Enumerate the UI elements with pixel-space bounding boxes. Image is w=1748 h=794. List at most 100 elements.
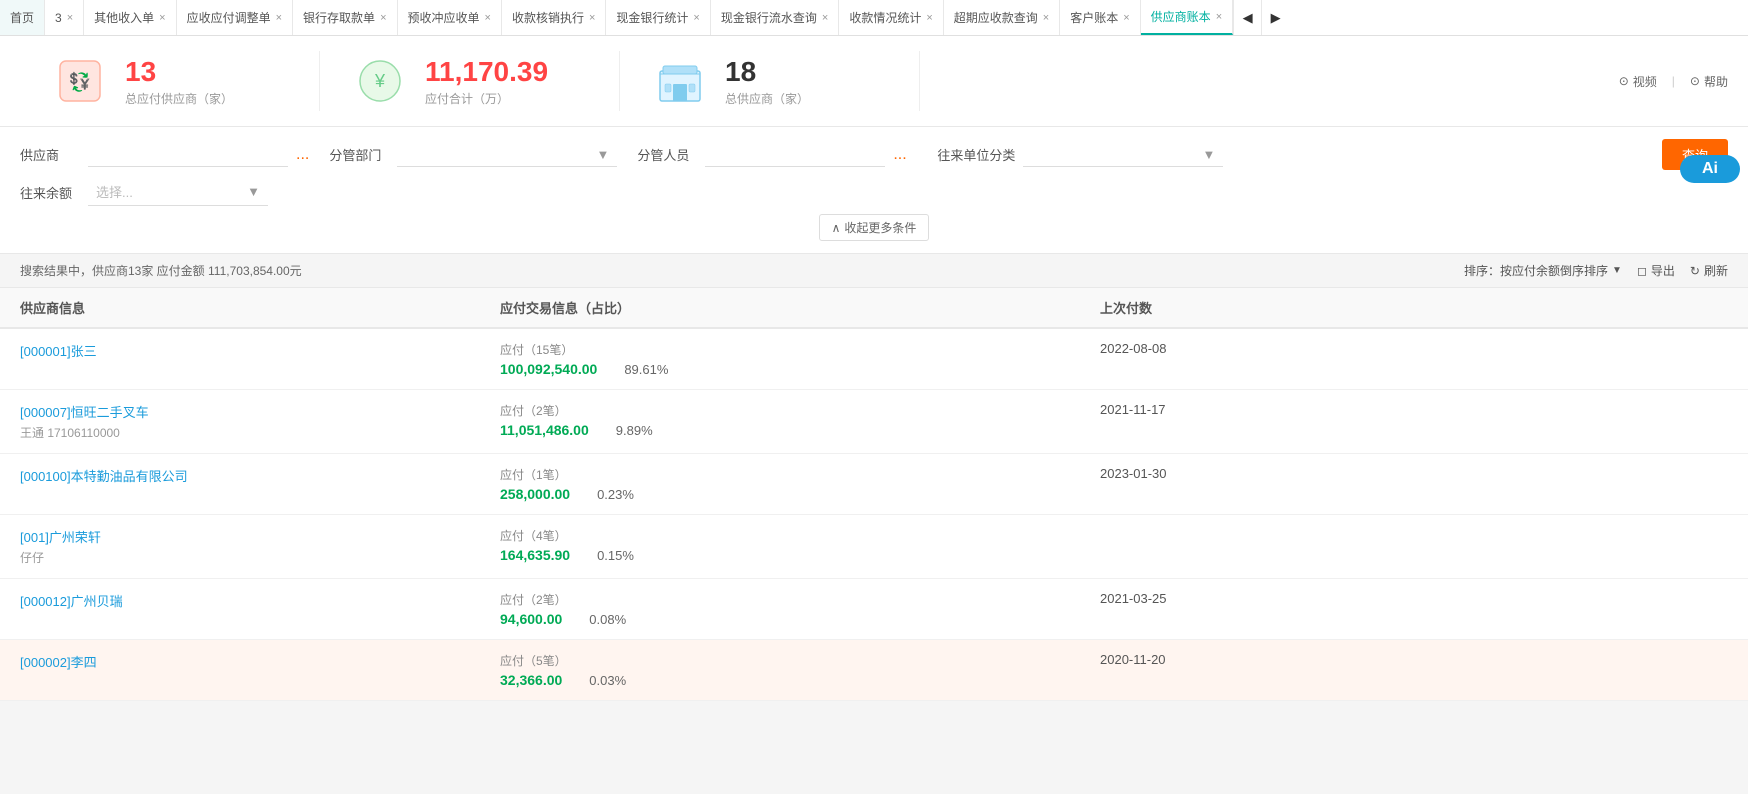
nav-supplier-ledger[interactable]: 供应商账本 × xyxy=(1141,0,1233,35)
nav-overdue-ar-close[interactable]: × xyxy=(1043,12,1049,24)
ap-amount-number: 11,170.39 xyxy=(425,55,548,89)
nav-ar-ap-adjust-close[interactable]: × xyxy=(276,12,282,24)
summary-help: ⊙ 视频 | ⊙ 帮助 Ai xyxy=(1619,73,1728,90)
nav-other-income-close[interactable]: × xyxy=(159,12,165,24)
nav-overdue-ar-label: 超期应收款查询 xyxy=(954,9,1038,26)
lastpay-cell-1: 2021-11-17 xyxy=(1100,402,1728,417)
nav-next[interactable]: ▶ xyxy=(1261,0,1289,35)
person-filter-group: 分管人员 ... xyxy=(637,143,917,167)
col-header-lastpay: 上次付数 xyxy=(1100,298,1728,317)
nav-cash-bank-flow-close[interactable]: × xyxy=(822,12,828,24)
person-filter-label: 分管人员 xyxy=(637,145,697,164)
nav-prepay-ar-close[interactable]: × xyxy=(485,12,491,24)
export-label: 导出 xyxy=(1651,262,1675,279)
supplier-link-5[interactable]: [000002]李四 xyxy=(20,655,97,670)
trans-amount-1[interactable]: 11,051,486.00 xyxy=(500,422,589,438)
trans-amount-5[interactable]: 32,366.00 xyxy=(500,672,562,688)
table-body: [000001]张三 应付（15笔） 100,092,540.00 89.61%… xyxy=(0,329,1748,701)
summary-card-ap-amount: ¥ 11,170.39 应付合计（万） xyxy=(320,51,620,111)
nav-home[interactable]: 首页 xyxy=(0,0,45,35)
person-input[interactable] xyxy=(705,143,885,167)
supplier-cell-3: [001]广州荣轩 仔仔 xyxy=(20,527,500,566)
filter-area: 供应商 ... 分管部门 ▼ 分管人员 ... 往来单位分类 ▼ 查询 xyxy=(0,127,1748,254)
trans-label-4: 应付（2笔） xyxy=(500,591,1100,608)
nav-bank-deposit-close[interactable]: × xyxy=(380,12,386,24)
nav-customer-ledger-close[interactable]: × xyxy=(1123,12,1129,24)
person-dots[interactable]: ... xyxy=(893,146,906,164)
trans-amount-0[interactable]: 100,092,540.00 xyxy=(500,361,597,377)
trans-amount-2[interactable]: 258,000.00 xyxy=(500,486,570,502)
trans-label-2: 应付（1笔） xyxy=(500,466,1100,483)
nav-customer-ledger-label: 客户账本 xyxy=(1070,9,1118,26)
svg-text:💱: 💱 xyxy=(69,71,91,93)
table-row: [000012]广州贝瑞 应付（2笔） 94,600.00 0.08% 2021… xyxy=(0,579,1748,640)
nav-receipt-verify[interactable]: 收款核销执行 × xyxy=(502,0,606,35)
table-header: 供应商信息 应付交易信息（占比） 上次付数 xyxy=(0,288,1748,329)
nav-other-income[interactable]: 其他收入单 × xyxy=(84,0,176,35)
sort-label: 排序：按应付余额倒序排序 xyxy=(1464,262,1608,279)
export-button[interactable]: ◻ 导出 xyxy=(1637,262,1675,279)
transaction-cell-1: 应付（2笔） 11,051,486.00 9.89% xyxy=(500,402,1100,438)
balance-select[interactable]: 选择... ▼ xyxy=(88,178,268,206)
unit-filter-label: 往来单位分类 xyxy=(937,145,1015,164)
filter-row-1: 供应商 ... 分管部门 ▼ 分管人员 ... 往来单位分类 ▼ 查询 xyxy=(20,139,1728,170)
balance-chevron-icon: ▼ xyxy=(247,184,260,199)
svg-text:¥: ¥ xyxy=(374,71,386,91)
supplier-link-3[interactable]: [001]广州荣轩 xyxy=(20,530,101,545)
supplier-link-4[interactable]: [000012]广州贝瑞 xyxy=(20,594,123,609)
collapse-label: 收起更多条件 xyxy=(844,219,916,236)
video-link[interactable]: ⊙ 视频 xyxy=(1619,73,1657,90)
summary-bar: 💱 13 总应付供应商（家） ¥ 11,170.39 应付合计（万） xyxy=(0,36,1748,127)
nav-prev[interactable]: ◀ xyxy=(1233,0,1261,35)
ai-badge[interactable]: Ai xyxy=(1680,155,1740,183)
nav-overdue-ar[interactable]: 超期应收款查询 × xyxy=(944,0,1060,35)
sort-select[interactable]: 排序：按应付余额倒序排序 ▼ xyxy=(1464,262,1622,279)
nav-receipt-stat[interactable]: 收款情况统计 × xyxy=(839,0,943,35)
collapse-button[interactable]: ∧ 收起更多条件 xyxy=(819,214,930,241)
nav-tab3-close[interactable]: × xyxy=(67,12,73,24)
nav-prepay-ar-label: 预收冲应收单 xyxy=(408,9,480,26)
dept-select[interactable]: ▼ xyxy=(397,143,617,167)
nav-prepay-ar[interactable]: 预收冲应收单 × xyxy=(398,0,502,35)
nav-home-label: 首页 xyxy=(10,9,34,26)
nav-cash-bank-stat[interactable]: 现金银行统计 × xyxy=(606,0,710,35)
trans-label-3: 应付（4笔） xyxy=(500,527,1100,544)
supplier-icon-2: ¥ xyxy=(350,51,410,111)
supplier-dots[interactable]: ... xyxy=(296,146,309,164)
nav-receipt-verify-close[interactable]: × xyxy=(589,12,595,24)
trans-amount-4[interactable]: 94,600.00 xyxy=(500,611,562,627)
nav-ar-ap-adjust[interactable]: 应收应付调整单 × xyxy=(177,0,293,35)
trans-label-5: 应付（5笔） xyxy=(500,652,1100,669)
trans-percent-5: 0.03% xyxy=(589,673,626,688)
last-pay-date-2: 2023-01-30 xyxy=(1100,466,1167,481)
transaction-cell-0: 应付（15笔） 100,092,540.00 89.61% xyxy=(500,341,1100,377)
supplier-link-0[interactable]: [000001]张三 xyxy=(20,344,97,359)
refresh-button[interactable]: ↻ 刷新 xyxy=(1690,262,1728,279)
supplier-link-2[interactable]: [000100]本特勤油品有限公司 xyxy=(20,469,188,484)
nav-bank-deposit[interactable]: 银行存取款单 × xyxy=(293,0,397,35)
unit-select[interactable]: ▼ xyxy=(1023,143,1223,167)
supplier-filter-group: 供应商 ... xyxy=(20,143,309,167)
nav-receipt-stat-close[interactable]: × xyxy=(926,12,932,24)
nav-tab3[interactable]: 3 × xyxy=(45,0,84,35)
supplier-sub-1: 王通 17106110000 xyxy=(20,424,500,441)
trans-amount-3[interactable]: 164,635.90 xyxy=(500,547,570,563)
video-label: 视频 xyxy=(1633,73,1657,90)
nav-tab3-label: 3 xyxy=(55,11,62,25)
nav-customer-ledger[interactable]: 客户账本 × xyxy=(1060,0,1140,35)
nav-supplier-ledger-close[interactable]: × xyxy=(1216,11,1222,23)
trans-label-1: 应付（2笔） xyxy=(500,402,1100,419)
col-header-transaction: 应付交易信息（占比） xyxy=(500,298,1100,317)
supplier-input[interactable] xyxy=(88,143,288,167)
table-row: [001]广州荣轩 仔仔 应付（4笔） 164,635.90 0.15% xyxy=(0,515,1748,579)
supplier-cell-4: [000012]广州贝瑞 xyxy=(20,591,500,610)
trans-label-0: 应付（15笔） xyxy=(500,341,1100,358)
nav-cash-bank-stat-close[interactable]: × xyxy=(693,12,699,24)
supplier-icon-1: 💱 xyxy=(50,51,110,111)
help-link[interactable]: ⊙ 帮助 xyxy=(1690,73,1728,90)
supplier-link-1[interactable]: [000007]恒旺二手叉车 xyxy=(20,405,149,420)
nav-cash-bank-flow[interactable]: 现金银行流水查询 × xyxy=(711,0,839,35)
balance-placeholder: 选择... xyxy=(96,182,133,201)
help-icon: ⊙ xyxy=(1690,74,1700,88)
transaction-cell-5: 应付（5笔） 32,366.00 0.03% xyxy=(500,652,1100,688)
